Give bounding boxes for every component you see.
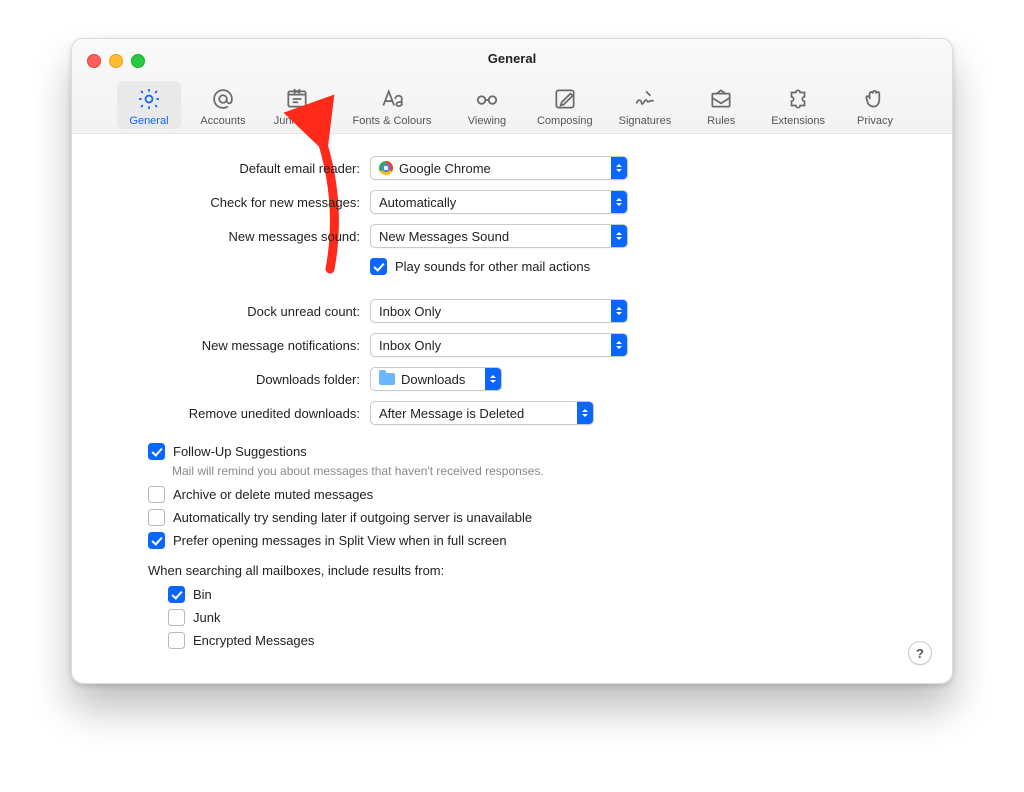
label-remove-downloads: Remove unedited downloads:: [100, 406, 370, 421]
tab-label: Viewing: [468, 115, 506, 127]
checkbox-search-encrypted[interactable]: [168, 632, 185, 649]
checkbox-play-sounds[interactable]: [370, 258, 387, 275]
checkbox-archive-muted[interactable]: [148, 486, 165, 503]
titlebar: General General Accounts Junk Mail: [72, 39, 952, 134]
select-remove-downloads[interactable]: After Message is Deleted: [370, 401, 594, 425]
stepper-icon: [611, 300, 627, 322]
tab-privacy[interactable]: Privacy: [843, 81, 907, 129]
label-dock-count: Dock unread count:: [100, 304, 370, 319]
preferences-window: General General Accounts Junk Mail: [71, 38, 953, 684]
puzzle-icon: [785, 85, 811, 113]
tab-fonts-colours[interactable]: Fonts & Colours: [339, 81, 445, 129]
select-value: New Messages Sound: [371, 229, 517, 244]
stepper-icon: [611, 191, 627, 213]
window-title: General: [72, 51, 952, 66]
folder-icon: [379, 373, 395, 385]
preferences-toolbar: General Accounts Junk Mail Fonts & Colou…: [72, 81, 952, 129]
tab-label: Accounts: [200, 115, 245, 127]
label-check-new: Check for new messages:: [100, 195, 370, 210]
select-check-new[interactable]: Automatically: [370, 190, 628, 214]
label-followup: Follow-Up Suggestions: [173, 444, 307, 459]
tab-label: Privacy: [857, 115, 893, 127]
stepper-icon: [485, 368, 501, 390]
label-search-junk: Junk: [193, 610, 220, 625]
select-value: Google Chrome: [399, 161, 491, 176]
tab-junk-mail[interactable]: Junk Mail: [265, 81, 329, 129]
junk-mail-icon: [284, 85, 310, 113]
tab-label: Composing: [537, 115, 593, 127]
followup-description: Mail will remind you about messages that…: [172, 464, 924, 478]
tab-extensions[interactable]: Extensions: [763, 81, 833, 129]
signature-icon: [632, 85, 658, 113]
select-value: Downloads: [401, 372, 465, 387]
checkbox-auto-send-later[interactable]: [148, 509, 165, 526]
checkbox-split-view[interactable]: [148, 532, 165, 549]
label-default-reader: Default email reader:: [100, 161, 370, 176]
stepper-icon: [611, 157, 627, 179]
checkbox-search-junk[interactable]: [168, 609, 185, 626]
fonts-icon: [379, 85, 405, 113]
tab-composing[interactable]: Composing: [529, 81, 601, 129]
select-value: Inbox Only: [371, 338, 449, 353]
label-search-bin: Bin: [193, 587, 212, 602]
compose-icon: [552, 85, 578, 113]
checkbox-followup[interactable]: [148, 443, 165, 460]
select-value: Automatically: [371, 195, 464, 210]
label-new-sound: New messages sound:: [100, 229, 370, 244]
tab-label: Junk Mail: [274, 115, 320, 127]
gear-icon: [136, 85, 162, 113]
tab-rules[interactable]: Rules: [689, 81, 753, 129]
label-play-sounds: Play sounds for other mail actions: [395, 259, 590, 274]
tab-signatures[interactable]: Signatures: [611, 81, 680, 129]
checkbox-search-bin[interactable]: [168, 586, 185, 603]
select-default-reader[interactable]: Google Chrome: [370, 156, 628, 180]
stepper-icon: [611, 225, 627, 247]
tab-accounts[interactable]: Accounts: [191, 81, 255, 129]
help-icon: ?: [916, 646, 924, 661]
label-auto-send-later: Automatically try sending later if outgo…: [173, 510, 532, 525]
select-notifications[interactable]: Inbox Only: [370, 333, 628, 357]
label-search-encrypted: Encrypted Messages: [193, 633, 314, 648]
tab-label: Signatures: [619, 115, 672, 127]
tab-general[interactable]: General: [117, 81, 181, 129]
chrome-icon: [379, 161, 393, 175]
tab-label: Extensions: [771, 115, 825, 127]
tab-label: Fonts & Colours: [353, 115, 432, 127]
at-sign-icon: [210, 85, 236, 113]
glasses-icon: [474, 85, 500, 113]
hand-icon: [862, 85, 888, 113]
general-pane: Default email reader: Google Chrome Chec…: [72, 134, 952, 683]
tab-viewing[interactable]: Viewing: [455, 81, 519, 129]
tab-label: General: [129, 115, 168, 127]
select-downloads-folder[interactable]: Downloads: [370, 367, 502, 391]
rules-icon: [708, 85, 734, 113]
help-button[interactable]: ?: [908, 641, 932, 665]
stepper-icon: [611, 334, 627, 356]
search-include-heading: When searching all mailboxes, include re…: [148, 563, 924, 578]
select-new-sound[interactable]: New Messages Sound: [370, 224, 628, 248]
stepper-icon: [577, 402, 593, 424]
select-dock-count[interactable]: Inbox Only: [370, 299, 628, 323]
label-archive-muted: Archive or delete muted messages: [173, 487, 373, 502]
tab-label: Rules: [707, 115, 735, 127]
select-value: Inbox Only: [371, 304, 449, 319]
label-notifications: New message notifications:: [100, 338, 370, 353]
label-split-view: Prefer opening messages in Split View wh…: [173, 533, 507, 548]
select-value: After Message is Deleted: [371, 406, 532, 421]
label-downloads: Downloads folder:: [100, 372, 370, 387]
